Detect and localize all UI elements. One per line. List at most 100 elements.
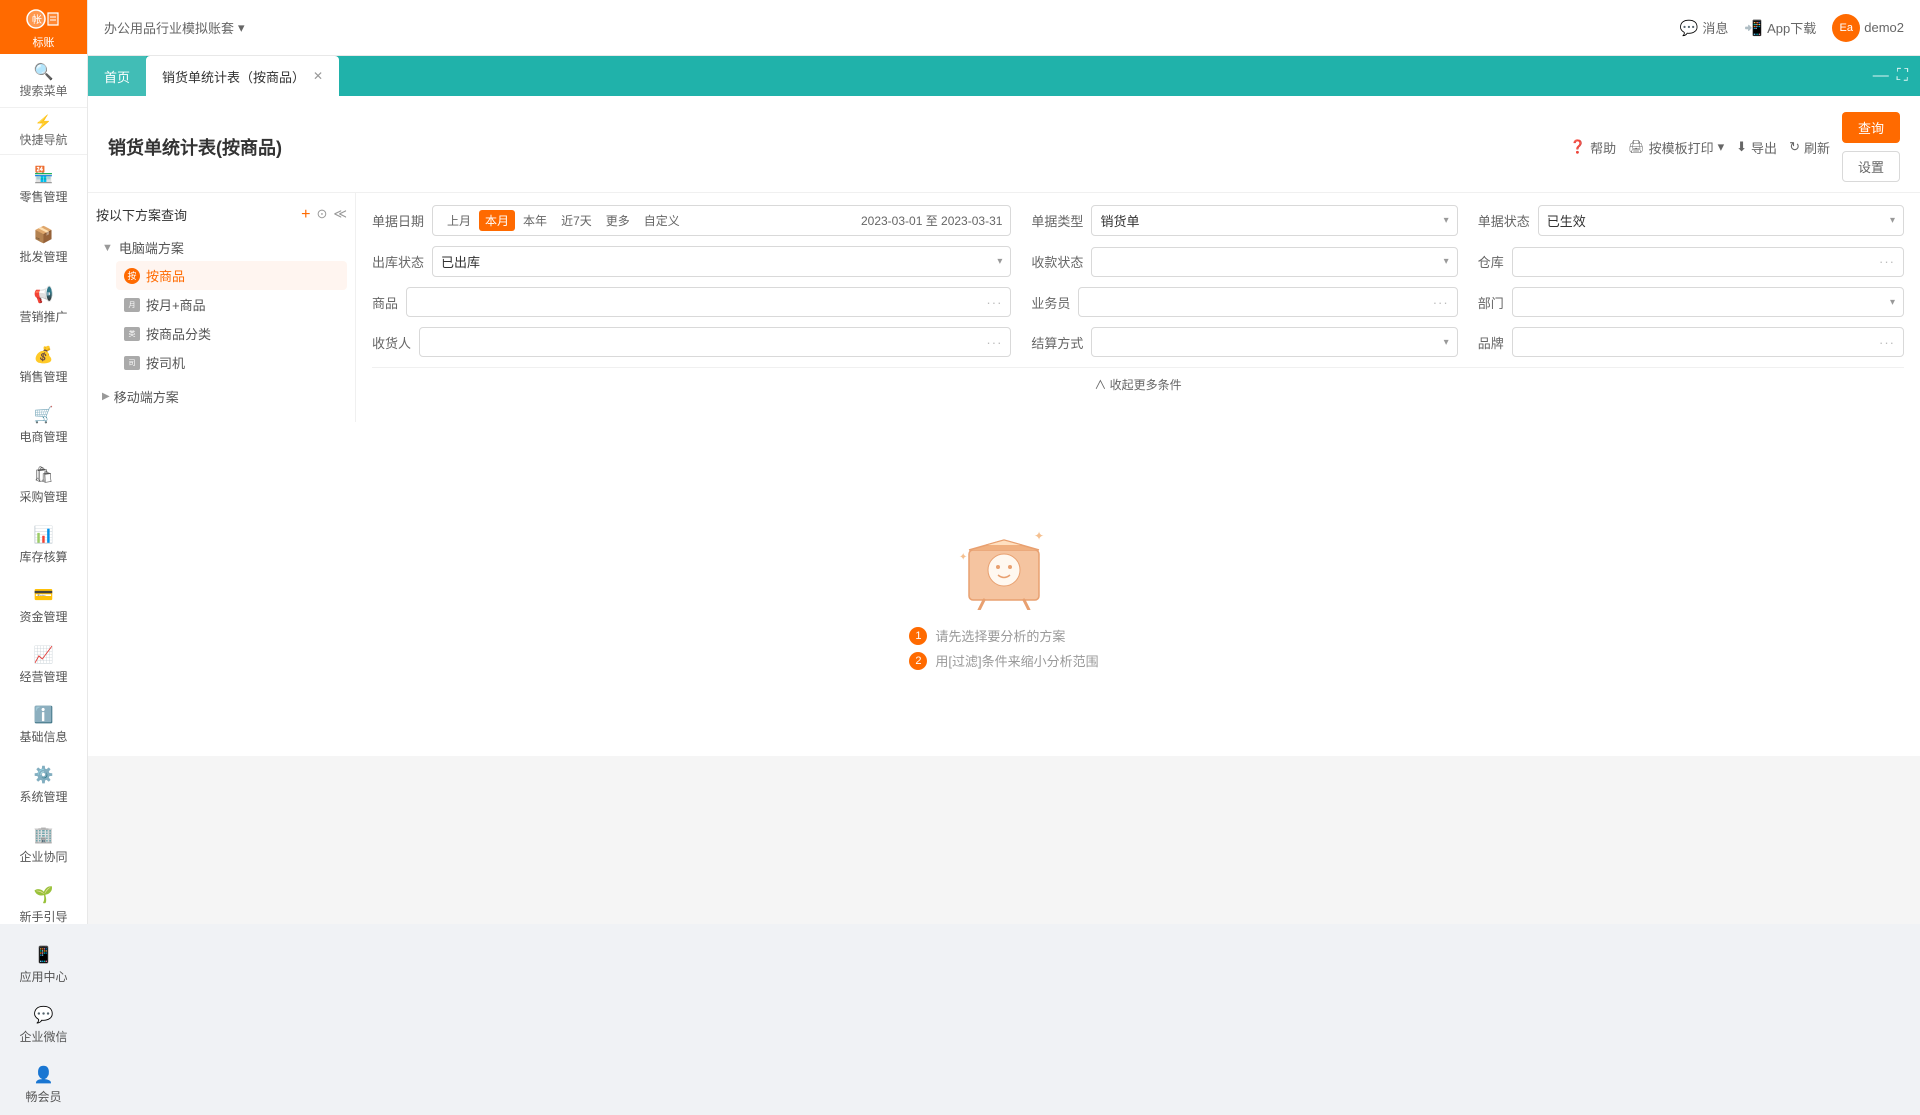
- sidebar-item-apps[interactable]: 📱 应用中心: [0, 935, 87, 995]
- filter-receiver-label: 收货人: [372, 333, 411, 352]
- filter-doc-type-label: 单据类型: [1031, 211, 1083, 230]
- sidebar-item-basic-label: 基础信息: [19, 728, 67, 745]
- sidebar: 帐 标账 🔍 搜索菜单 ⚡ 快捷导航 🏪 零售管理 📦 批发管理 📢 营销推广 …: [0, 0, 88, 924]
- scheme-by-month-goods[interactable]: 月 按月+商品: [116, 290, 347, 319]
- doc-status-arrow: ▾: [1890, 215, 1895, 226]
- sidebar-item-purchase[interactable]: 🛍 采购管理: [0, 455, 87, 515]
- app-download-item[interactable]: 📲 App下载: [1744, 18, 1816, 37]
- pc-scheme-parent[interactable]: ▼ 电脑端方案: [96, 234, 347, 261]
- app-download-icon: 📲: [1744, 19, 1763, 37]
- filter-doc-status-control[interactable]: 已生效 ▾: [1538, 205, 1904, 236]
- scheme-by-goods-icon: 按: [124, 268, 140, 284]
- mobile-scheme-group[interactable]: ▶ 移动端方案: [96, 383, 347, 410]
- filter-dept-control[interactable]: ▾: [1512, 287, 1904, 317]
- settings-scheme-icon[interactable]: ⊙: [316, 206, 327, 224]
- sidebar-item-basic[interactable]: ℹ️ 基础信息: [0, 695, 87, 755]
- tab-home[interactable]: 首页: [88, 56, 146, 96]
- sidebar-item-ecommerce[interactable]: 🛒 电商管理: [0, 395, 87, 455]
- filter-warehouse-control[interactable]: ···: [1512, 247, 1904, 277]
- doc-type-arrow: ▾: [1444, 215, 1449, 226]
- filter-row-2: 出库状态 已出库 ▾ 收款状态 ▾: [372, 246, 1904, 277]
- pc-scheme-children: 按 按商品 月 按月+商品 类 按商品分类: [116, 261, 347, 377]
- sidebar-item-sales-label: 销售管理: [19, 368, 67, 385]
- sidebar-item-sales[interactable]: 💰 销售管理: [0, 335, 87, 395]
- filter-goods-control[interactable]: ···: [406, 287, 1011, 317]
- sidebar-search[interactable]: 🔍 搜索菜单: [0, 54, 87, 108]
- sidebar-item-retail-label: 零售管理: [19, 188, 67, 205]
- sales-icon: 💰: [34, 345, 54, 365]
- filter-out-status-control[interactable]: 已出库 ▾: [432, 246, 1011, 277]
- user-item[interactable]: Ea demo2: [1832, 14, 1904, 42]
- filter-salesman-control[interactable]: ···: [1078, 287, 1457, 317]
- query-button[interactable]: 查询: [1842, 112, 1900, 143]
- sidebar-item-wholesale[interactable]: 📦 批发管理: [0, 215, 87, 275]
- empty-tip-2: 2 用[过滤]条件来缩小分析范围: [909, 651, 1098, 670]
- filter-date-control[interactable]: 上月 本月 本年 近7天 更多 自定义 2023-03-01 至 2023-03…: [432, 205, 1011, 236]
- tab-sales-report[interactable]: 销货单统计表（按商品） ✕: [146, 56, 339, 96]
- scheme-by-goods-label: 按商品: [146, 266, 185, 285]
- scheme-by-goods[interactable]: 按 按商品: [116, 261, 347, 290]
- warehouse-dots: ···: [1879, 254, 1895, 269]
- filter-pay-status-control[interactable]: ▾: [1091, 247, 1457, 277]
- help-label: 帮助: [1590, 138, 1616, 157]
- setting-button[interactable]: 设置: [1842, 151, 1900, 182]
- date-tab-custom[interactable]: 自定义: [638, 210, 686, 231]
- sidebar-quick-nav[interactable]: ⚡ 快捷导航: [0, 108, 87, 155]
- scheme-by-category[interactable]: 类 按商品分类: [116, 319, 347, 348]
- sidebar-item-member[interactable]: 👤 畅会员: [0, 1055, 87, 1115]
- filter-doc-type-control[interactable]: 销货单 ▾: [1091, 205, 1457, 236]
- filter-dept-item: 部门 ▾: [1478, 287, 1904, 317]
- out-status-arrow: ▾: [997, 256, 1002, 267]
- ecommerce-icon: 🛒: [34, 405, 54, 425]
- tab-close-icon[interactable]: ✕: [313, 69, 323, 83]
- filter-area: 按以下方案查询 + ⊙ ≪ ▼ 电脑端方案: [88, 193, 1920, 422]
- date-tab-this-month[interactable]: 本月: [479, 210, 515, 231]
- main-area: 办公用品行业模拟账套 ▾ 💬 消息 📲 App下载 Ea demo2 首页: [88, 0, 1920, 924]
- message-item[interactable]: 💬 消息: [1680, 18, 1729, 37]
- sidebar-item-newbie[interactable]: 🌱 新手引导: [0, 875, 87, 935]
- filter-pay-status-label: 收款状态: [1031, 252, 1083, 271]
- member-icon: 👤: [34, 1065, 54, 1085]
- filter-brand-control[interactable]: ···: [1512, 327, 1904, 357]
- empty-tips: 1 请先选择要分析的方案 2 用[过滤]条件来缩小分析范围: [909, 626, 1098, 676]
- sidebar-item-finance[interactable]: 💳 资金管理: [0, 575, 87, 635]
- industry-label: 办公用品行业模拟账套: [104, 18, 234, 37]
- sidebar-item-operations[interactable]: 📈 经营管理: [0, 635, 87, 695]
- collapse-bar[interactable]: ∧ 收起更多条件: [372, 367, 1904, 401]
- filter-doc-type-item: 单据类型 销货单 ▾: [1031, 205, 1457, 236]
- date-tab-7days[interactable]: 近7天: [555, 210, 598, 231]
- add-scheme-icon[interactable]: +: [301, 206, 310, 224]
- refresh-action[interactable]: ↻ 刷新: [1789, 138, 1830, 157]
- sidebar-item-system[interactable]: ⚙️ 系统管理: [0, 755, 87, 815]
- filter-settlement-control[interactable]: ▾: [1091, 327, 1457, 357]
- date-tab-last-month[interactable]: 上月: [441, 210, 477, 231]
- sidebar-item-marketing-label: 营销推广: [19, 308, 67, 325]
- collapse-scheme-icon[interactable]: ≪: [333, 206, 347, 224]
- finance-icon: 💳: [34, 585, 54, 605]
- export-action[interactable]: ⬇ 导出: [1736, 138, 1777, 157]
- date-tab-more[interactable]: 更多: [600, 210, 636, 231]
- sidebar-item-purchase-label: 采购管理: [19, 488, 67, 505]
- print-action[interactable]: 🖨 按模板打印 ▾: [1628, 138, 1724, 157]
- print-icon: 🖨: [1628, 139, 1645, 155]
- export-icon: ⬇: [1736, 139, 1747, 155]
- purchase-icon: 🛍: [33, 465, 53, 485]
- sidebar-item-enterprise[interactable]: 🏢 企业协同: [0, 815, 87, 875]
- industry-dropdown[interactable]: 办公用品行业模拟账套 ▾: [104, 18, 245, 37]
- date-tab-this-year[interactable]: 本年: [517, 210, 553, 231]
- filter-settlement-label: 结算方式: [1031, 333, 1083, 352]
- tab-expand-icon[interactable]: ⛶: [1897, 67, 1908, 85]
- sidebar-item-retail[interactable]: 🏪 零售管理: [0, 155, 87, 215]
- page-actions: ❓ 帮助 🖨 按模板打印 ▾ ⬇ 导出 ↻ 刷新: [1570, 112, 1900, 182]
- sidebar-item-marketing[interactable]: 📢 营销推广: [0, 275, 87, 335]
- filter-right-panel: 单据日期 上月 本月 本年 近7天 更多 自定义 20: [356, 193, 1920, 422]
- filter-left-icons: + ⊙ ≪: [301, 206, 347, 224]
- filter-salesman-label: 业务员: [1031, 293, 1070, 312]
- svg-text:帐: 帐: [32, 13, 42, 26]
- scheme-by-driver[interactable]: 司 按司机: [116, 348, 347, 377]
- sidebar-item-inventory[interactable]: 📊 库存核算: [0, 515, 87, 575]
- help-action[interactable]: ❓ 帮助: [1570, 138, 1616, 157]
- filter-receiver-control[interactable]: ···: [419, 327, 1011, 357]
- sidebar-item-wechat[interactable]: 💬 企业微信: [0, 995, 87, 1055]
- tab-minimize-icon[interactable]: —: [1873, 67, 1889, 85]
